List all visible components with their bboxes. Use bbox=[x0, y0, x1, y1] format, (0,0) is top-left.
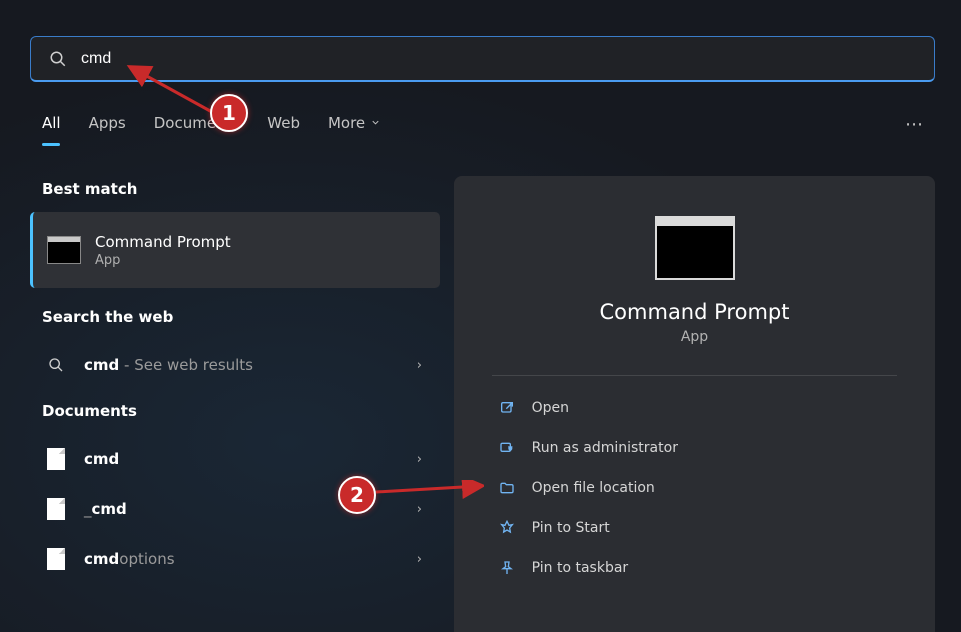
results-column: Best match Command Prompt App Search the… bbox=[30, 180, 440, 584]
action-open-file-location[interactable]: Open file location bbox=[492, 468, 898, 508]
search-icon bbox=[44, 357, 68, 373]
action-pin-to-start[interactable]: Pin to Start bbox=[492, 508, 898, 548]
document-name: cmdoptions bbox=[84, 550, 175, 568]
folder-icon bbox=[498, 480, 516, 496]
action-label: Pin to Start bbox=[532, 520, 610, 536]
open-icon bbox=[498, 400, 516, 416]
section-best-match: Best match bbox=[42, 180, 440, 198]
action-label: Open file location bbox=[532, 480, 655, 496]
detail-panel: Command Prompt App Open Run as administr… bbox=[454, 176, 935, 632]
web-query: cmd bbox=[84, 356, 119, 374]
best-match-subtitle: App bbox=[95, 253, 231, 268]
action-label: Pin to taskbar bbox=[532, 560, 629, 576]
web-result-row[interactable]: cmd - See web results › bbox=[30, 340, 440, 390]
tab-more[interactable]: More bbox=[328, 114, 381, 132]
file-icon bbox=[44, 498, 68, 520]
search-icon bbox=[49, 50, 67, 68]
chevron-right-icon: › bbox=[417, 502, 422, 517]
overflow-menu-button[interactable]: ⋯ bbox=[905, 114, 925, 135]
chevron-right-icon: › bbox=[417, 552, 422, 567]
best-match-text: Command Prompt App bbox=[95, 233, 231, 268]
action-open[interactable]: Open bbox=[492, 388, 898, 428]
search-bar[interactable] bbox=[30, 36, 935, 82]
chevron-down-icon bbox=[370, 114, 381, 132]
section-documents: Documents bbox=[42, 402, 440, 420]
pin-icon bbox=[498, 520, 516, 536]
detail-subtitle: App bbox=[681, 329, 708, 345]
document-name: _cmd bbox=[84, 500, 127, 518]
file-icon bbox=[44, 448, 68, 470]
command-prompt-icon bbox=[655, 216, 735, 280]
shield-admin-icon bbox=[498, 440, 516, 456]
tab-all[interactable]: All bbox=[42, 114, 61, 132]
web-suffix: - See web results bbox=[119, 356, 253, 374]
best-match-result[interactable]: Command Prompt App bbox=[30, 212, 440, 288]
section-search-web: Search the web bbox=[42, 308, 440, 326]
action-run-as-administrator[interactable]: Run as administrator bbox=[492, 428, 898, 468]
action-label: Open bbox=[532, 400, 569, 416]
document-result[interactable]: _cmd › bbox=[30, 484, 440, 534]
tab-more-label: More bbox=[328, 114, 365, 132]
tab-apps[interactable]: Apps bbox=[89, 114, 126, 132]
annotation-badge-2: 2 bbox=[338, 476, 376, 514]
command-prompt-icon bbox=[47, 236, 81, 264]
search-input[interactable] bbox=[81, 50, 916, 68]
web-result-text: cmd - See web results bbox=[84, 356, 253, 374]
chevron-right-icon: › bbox=[417, 358, 422, 373]
action-list: Open Run as administrator Open file loca… bbox=[492, 388, 898, 588]
best-match-title: Command Prompt bbox=[95, 233, 231, 251]
chevron-right-icon: › bbox=[417, 452, 422, 467]
document-result[interactable]: cmdoptions › bbox=[30, 534, 440, 584]
divider bbox=[492, 375, 898, 376]
annotation-badge-1: 1 bbox=[210, 94, 248, 132]
action-label: Run as administrator bbox=[532, 440, 678, 456]
document-name: cmd bbox=[84, 450, 119, 468]
detail-title: Command Prompt bbox=[600, 300, 790, 324]
document-result[interactable]: cmd › bbox=[30, 434, 440, 484]
pin-icon bbox=[498, 560, 516, 576]
tab-web[interactable]: Web bbox=[267, 114, 300, 132]
action-pin-to-taskbar[interactable]: Pin to taskbar bbox=[492, 548, 898, 588]
file-icon bbox=[44, 548, 68, 570]
